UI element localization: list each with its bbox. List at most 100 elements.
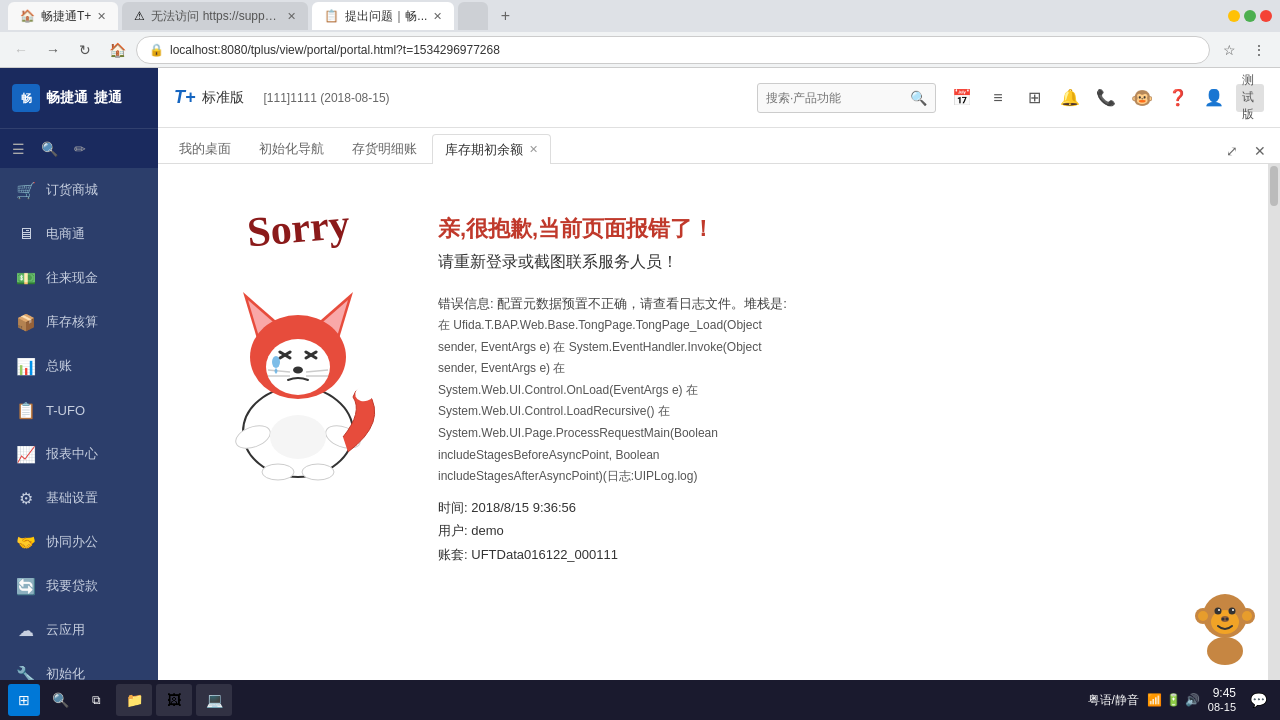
svg-point-29 [1215,608,1222,615]
address-bar[interactable]: 🔒 localhost:8080/tplus/view/portal/porta… [136,36,1210,64]
forward-button[interactable]: → [40,37,66,63]
calendar-icon-btn[interactable]: 📅 [948,84,976,112]
sidebar-item-general-ledger[interactable]: 📊 总账 [0,344,158,388]
tab3-favicon: 📋 [324,9,339,23]
tab-bar-right: ⤢ ✕ [1212,139,1280,163]
time-value: 2018/8/15 9:36:56 [471,500,576,515]
browser-tab-3[interactable]: 📋 提出问题｜畅... ✕ [312,2,454,30]
sidebar-edit-icon[interactable]: ✏ [74,141,86,157]
tab-desktop-label: 我的桌面 [179,140,231,158]
tab3-close[interactable]: ✕ [433,10,442,23]
sidebar-item-label-cloud-apps: 云应用 [46,621,85,639]
sidebar-item-label-cash: 往来现金 [46,269,98,287]
tab-inventory-detail-label: 存货明细账 [352,140,417,158]
svg-point-16 [272,356,280,368]
svg-point-25 [1198,611,1208,621]
browser-tab-2[interactable]: ⚠ 无法访问 https://suppor... ✕ [122,2,308,30]
taskbar-app1-icon: 🖼 [167,692,181,708]
taskbar: ⊞ 🔍 ⧉ 📁 🖼 💻 粤语/静音 📶 🔋 🔊 9:45 08-15 💬 [0,680,1280,720]
tab1-close[interactable]: ✕ [97,10,106,23]
test-button[interactable]: 测试版 [1236,84,1264,112]
sidebar-item-label-collab-office: 协同办公 [46,533,98,551]
tab-inventory-balance[interactable]: 库存期初余额 ✕ [432,134,551,164]
error-details: 亲,很抱歉,当前页面报错了！ 请重新登录或截图联系服务人员！ 错误信息: 配置元… [438,204,1240,680]
window-icon-btn[interactable]: ⊞ [1020,84,1048,112]
tab1-title: 畅捷通T+ [41,8,91,25]
browser-tab-1[interactable]: 🏠 畅捷通T+ ✕ [8,2,118,30]
bookmark-button[interactable]: ☆ [1216,37,1242,63]
task-view-button[interactable]: ⧉ [80,684,112,716]
sidebar-header: 畅 畅捷通 捷通 [0,68,158,128]
taskbar-explorer[interactable]: 📁 [116,684,152,716]
tab-close-all-btn[interactable]: ✕ [1248,139,1272,163]
phone-icon-btn[interactable]: 📞 [1092,84,1120,112]
svg-point-20 [262,464,294,480]
logo-t-mark: T+ [174,87,196,108]
tab2-close[interactable]: ✕ [287,10,296,23]
sidebar-item-base-settings[interactable]: ⚙ 基础设置 [0,476,158,520]
svg-point-35 [1226,618,1229,621]
tab-expand-btn[interactable]: ⤢ [1220,139,1244,163]
sidebar-item-collab-office[interactable]: 🤝 协同办公 [0,520,158,564]
tab-init-nav-label: 初始化导航 [259,140,324,158]
help-icon-btn[interactable]: ❓ [1164,84,1192,112]
maximize-button[interactable] [1244,10,1256,22]
sidebar-brand-suffix: 捷通 [94,89,122,107]
tab-desktop[interactable]: 我的桌面 [166,133,244,163]
sidebar-item-label-general-ledger: 总账 [46,357,72,375]
tab-init-nav[interactable]: 初始化导航 [246,133,337,163]
sidebar-item-report-center[interactable]: 📈 报表中心 [0,432,158,476]
error-meta: 时间: 2018/8/15 9:36:56 用户: demo 账套: UFTDa… [438,496,1240,566]
sidebar-search-icon[interactable]: 🔍 [41,141,58,157]
sidebar-item-cloud-apps[interactable]: ☁ 云应用 [0,608,158,652]
stack-line: 在 Ufida.T.BAP.Web.Base.TongPage.TongPage… [438,315,1240,337]
back-button[interactable]: ← [8,37,34,63]
ecommerce-icon: 🖥 [16,225,36,243]
sidebar-item-loan[interactable]: 🔄 我要贷款 [0,564,158,608]
cortana-button[interactable]: 🔍 [44,684,76,716]
sidebar-item-t-ufo[interactable]: 📋 T-UFO [0,388,158,432]
start-button[interactable]: ⊞ [8,684,40,716]
svg-point-11 [293,367,303,374]
stack-line: System.Web.UI.Control.LoadRecursive() 在 [438,401,1240,423]
t-ufo-icon: 📋 [16,401,36,420]
sidebar-item-order-mall[interactable]: 🛒 订货商城 [0,168,158,212]
monkey-icon-btn[interactable]: 🐵 [1128,84,1156,112]
reload-button[interactable]: ↻ [72,37,98,63]
sidebar-menu-icon[interactable]: ☰ [12,141,25,157]
list-icon-btn[interactable]: ≡ [984,84,1012,112]
sidebar-item-ecommerce[interactable]: 🖥 电商通 [0,212,158,256]
browser-tab-4[interactable] [458,2,488,30]
report-center-icon: 📈 [16,445,36,464]
taskbar-app2[interactable]: 💻 [196,684,232,716]
close-button[interactable] [1260,10,1272,22]
taskbar-app1[interactable]: 🖼 [156,684,192,716]
base-settings-icon: ⚙ [16,489,36,508]
secure-icon: 🔒 [149,43,164,57]
new-tab-button[interactable]: + [492,3,518,29]
sidebar-item-inventory-check[interactable]: 📦 库存核算 [0,300,158,344]
sidebar-item-label-base-settings: 基础设置 [46,489,98,507]
top-icons: 📅 ≡ ⊞ 🔔 📞 🐵 ❓ 👤 测试版 [948,84,1264,112]
sorry-text: Sorry [245,200,351,257]
tab-inventory-detail[interactable]: 存货明细账 [339,133,430,163]
minimize-button[interactable] [1228,10,1240,22]
tray-icons: 📶 🔋 🔊 [1147,693,1200,707]
home-button[interactable]: 🏠 [104,37,130,63]
search-input[interactable] [766,91,906,105]
user-icon-btn[interactable]: 👤 [1200,84,1228,112]
volume-icon: 🔊 [1185,693,1200,707]
extensions-button[interactable]: ⋮ [1246,37,1272,63]
stack-line: System.Web.UI.Control.OnLoad(EventArgs e… [438,380,1240,402]
svg-point-21 [302,464,334,480]
search-button[interactable]: 🔍 [910,90,927,106]
scroll-indicator[interactable] [1268,164,1280,720]
tab2-title: 无法访问 https://suppor... [151,8,281,25]
sidebar-nav: 🛒 订货商城 🖥 电商通 💵 往来现金 📦 库存核算 📊 总账 📋 T- [0,168,158,720]
bell-icon-btn[interactable]: 🔔 [1056,84,1084,112]
sidebar-item-cash[interactable]: 💵 往来现金 [0,256,158,300]
tab-inventory-balance-close[interactable]: ✕ [529,143,538,156]
notification-button[interactable]: 💬 [1244,686,1272,714]
stack-line: includeStagesAfterAsyncPoint)(日志:UIPLog.… [438,466,1240,488]
address-text: localhost:8080/tplus/view/portal/portal.… [170,43,1197,57]
